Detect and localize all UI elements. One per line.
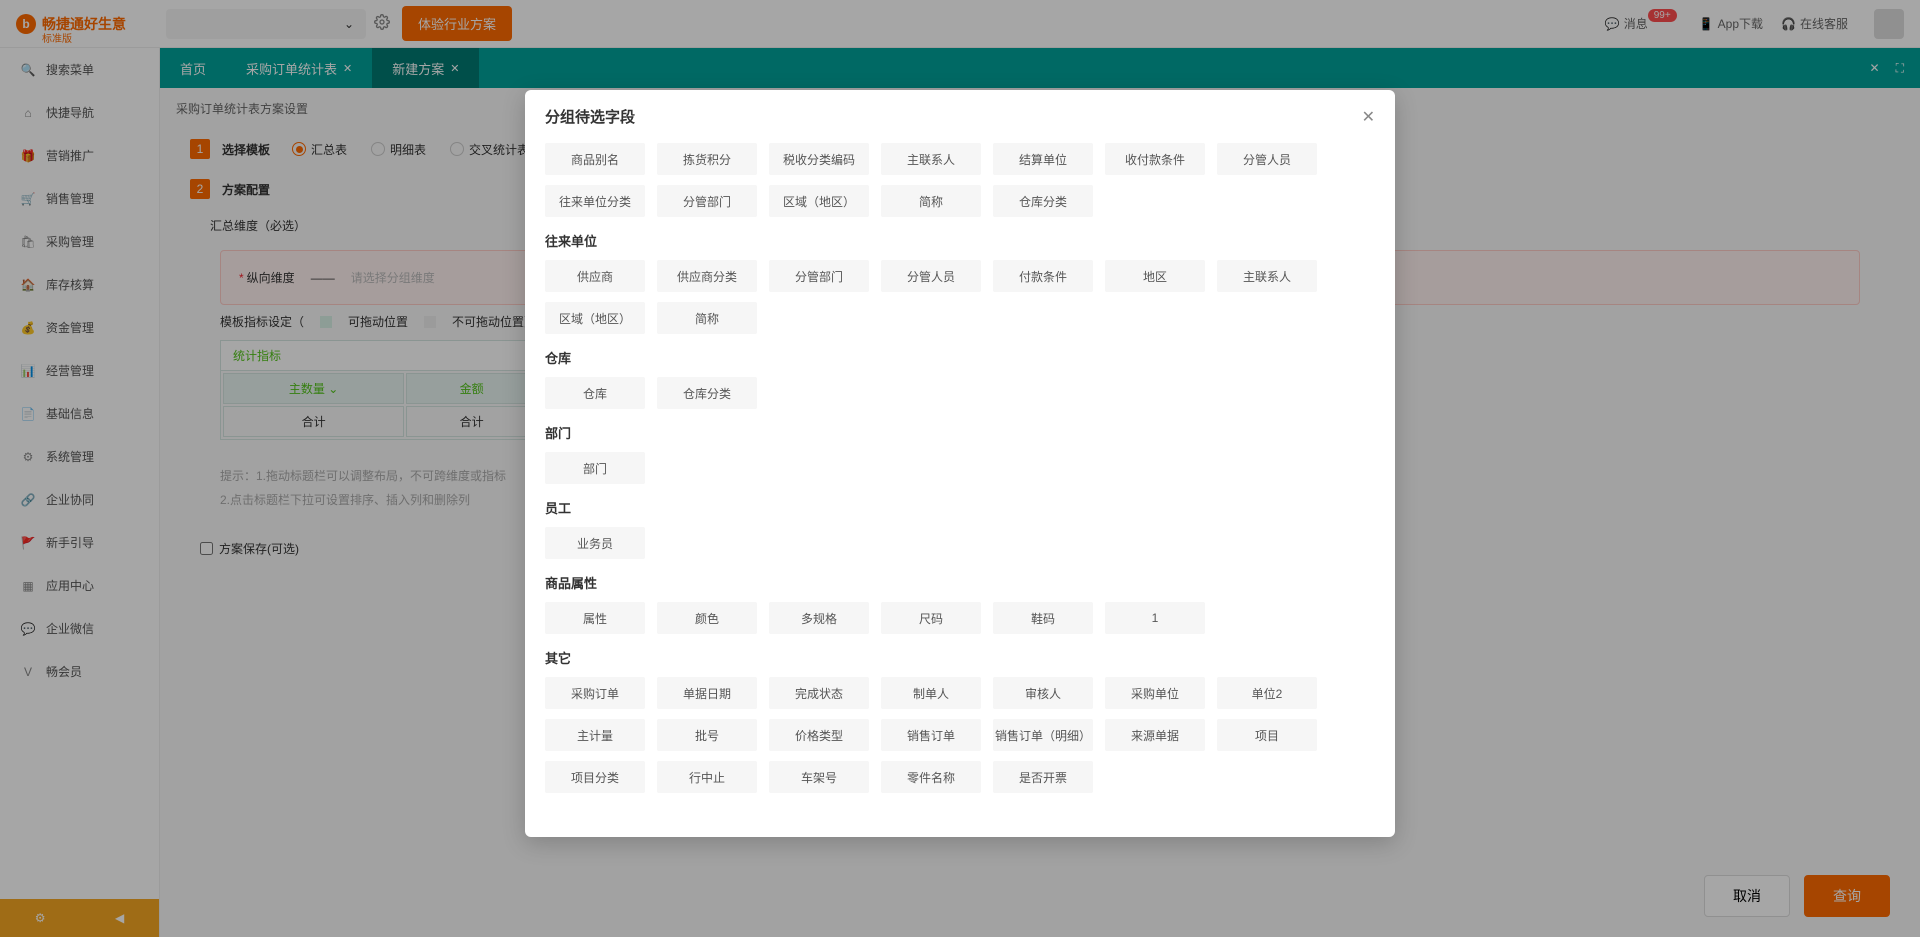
field-chip[interactable]: 分管人员: [881, 260, 981, 292]
field-row: 供应商供应商分类分管部门分管人员付款条件地区主联系人: [545, 260, 1375, 292]
field-chip[interactable]: 销售订单: [881, 719, 981, 751]
field-group: 其它采购订单单据日期完成状态制单人审核人采购单位单位2主计量批号价格类型销售订单…: [545, 648, 1375, 793]
field-group-title: 部门: [545, 423, 1375, 442]
field-chip[interactable]: 颜色: [657, 602, 757, 634]
modal-body: 商品别名拣货积分税收分类编码主联系人结算单位收付款条件分管人员往来单位分类分管部…: [525, 143, 1395, 819]
modal-close-icon[interactable]: ✕: [1362, 107, 1375, 127]
field-row: 往来单位分类分管部门区域（地区） 简称仓库分类: [545, 185, 1375, 217]
field-chip[interactable]: 行中止: [657, 761, 757, 793]
field-chip[interactable]: 采购订单: [545, 677, 645, 709]
field-chip[interactable]: 单位2: [1217, 677, 1317, 709]
field-chip[interactable]: 属性: [545, 602, 645, 634]
field-chip[interactable]: 地区: [1105, 260, 1205, 292]
field-row: 项目分类行中止车架号零件名称是否开票: [545, 761, 1375, 793]
field-group: 仓库仓库仓库分类: [545, 348, 1375, 409]
field-chip[interactable]: 分管人员: [1217, 143, 1317, 175]
field-chip[interactable]: 车架号: [769, 761, 869, 793]
field-chip[interactable]: 区域（地区）: [769, 185, 869, 217]
field-group-title: 员工: [545, 498, 1375, 517]
field-chip[interactable]: 项目: [1217, 719, 1317, 751]
field-chip[interactable]: 销售订单（明细）: [993, 719, 1093, 751]
field-chip[interactable]: 仓库: [545, 377, 645, 409]
field-chip[interactable]: 审核人: [993, 677, 1093, 709]
field-chip[interactable]: 完成状态: [769, 677, 869, 709]
field-chip[interactable]: 多规格: [769, 602, 869, 634]
field-group-title: 其它: [545, 648, 1375, 667]
modal-title: 分组待选字段: [545, 106, 635, 127]
field-chip[interactable]: 往来单位分类: [545, 185, 645, 217]
field-chip[interactable]: 项目分类: [545, 761, 645, 793]
field-chip[interactable]: 单据日期: [657, 677, 757, 709]
field-row: 商品别名拣货积分税收分类编码主联系人结算单位收付款条件分管人员: [545, 143, 1375, 175]
field-chip[interactable]: 来源单据: [1105, 719, 1205, 751]
field-chip[interactable]: 税收分类编码: [769, 143, 869, 175]
field-group: 往来单位供应商供应商分类分管部门分管人员付款条件地区主联系人区域（地区）简称: [545, 231, 1375, 334]
field-row: 采购订单单据日期完成状态制单人审核人采购单位单位2: [545, 677, 1375, 709]
field-chip[interactable]: 区域（地区）: [545, 302, 645, 334]
field-chip[interactable]: 简称: [881, 185, 981, 217]
field-row: 部门: [545, 452, 1375, 484]
field-chip[interactable]: 仓库分类: [993, 185, 1093, 217]
field-row: 仓库仓库分类: [545, 377, 1375, 409]
field-row: 区域（地区） 简称: [545, 302, 1375, 334]
field-chip[interactable]: 拣货积分: [657, 143, 757, 175]
field-chip[interactable]: 制单人: [881, 677, 981, 709]
field-row: 业务员: [545, 527, 1375, 559]
field-chip[interactable]: 业务员: [545, 527, 645, 559]
field-group-title: 往来单位: [545, 231, 1375, 250]
field-row: 属性颜色多规格尺码鞋码 1: [545, 602, 1375, 634]
field-chip[interactable]: 尺码: [881, 602, 981, 634]
field-chip[interactable]: 分管部门: [769, 260, 869, 292]
field-chip[interactable]: 商品别名: [545, 143, 645, 175]
modal-horizontal-scrollbar[interactable]: [531, 819, 1389, 831]
field-chip[interactable]: 收付款条件: [1105, 143, 1205, 175]
field-group: 员工业务员: [545, 498, 1375, 559]
field-row: 主计量批号价格类型销售订单销售订单（明细） 来源单据项目: [545, 719, 1375, 751]
field-chip[interactable]: 采购单位: [1105, 677, 1205, 709]
field-group-title: 仓库: [545, 348, 1375, 367]
field-chip[interactable]: 零件名称: [881, 761, 981, 793]
field-chip[interactable]: 主联系人: [881, 143, 981, 175]
field-chip[interactable]: 主联系人: [1217, 260, 1317, 292]
field-chip[interactable]: 是否开票: [993, 761, 1093, 793]
field-chip[interactable]: 付款条件: [993, 260, 1093, 292]
field-chip[interactable]: 鞋码: [993, 602, 1093, 634]
field-chip[interactable]: 主计量: [545, 719, 645, 751]
field-chip[interactable]: 部门: [545, 452, 645, 484]
field-chip[interactable]: 简称: [657, 302, 757, 334]
field-chip[interactable]: 供应商分类: [657, 260, 757, 292]
field-chip[interactable]: 批号: [657, 719, 757, 751]
field-chip[interactable]: 仓库分类: [657, 377, 757, 409]
field-group: 部门部门: [545, 423, 1375, 484]
field-picker-modal: 分组待选字段 ✕ 商品别名拣货积分税收分类编码主联系人结算单位收付款条件分管人员…: [525, 90, 1395, 837]
modal-header: 分组待选字段 ✕: [525, 90, 1395, 143]
field-group-title: 商品属性: [545, 573, 1375, 592]
field-chip[interactable]: 1: [1105, 602, 1205, 634]
field-chip[interactable]: 分管部门: [657, 185, 757, 217]
field-chip[interactable]: 结算单位: [993, 143, 1093, 175]
field-group: 商品属性属性颜色多规格尺码鞋码 1: [545, 573, 1375, 634]
field-chip[interactable]: 供应商: [545, 260, 645, 292]
field-chip[interactable]: 价格类型: [769, 719, 869, 751]
